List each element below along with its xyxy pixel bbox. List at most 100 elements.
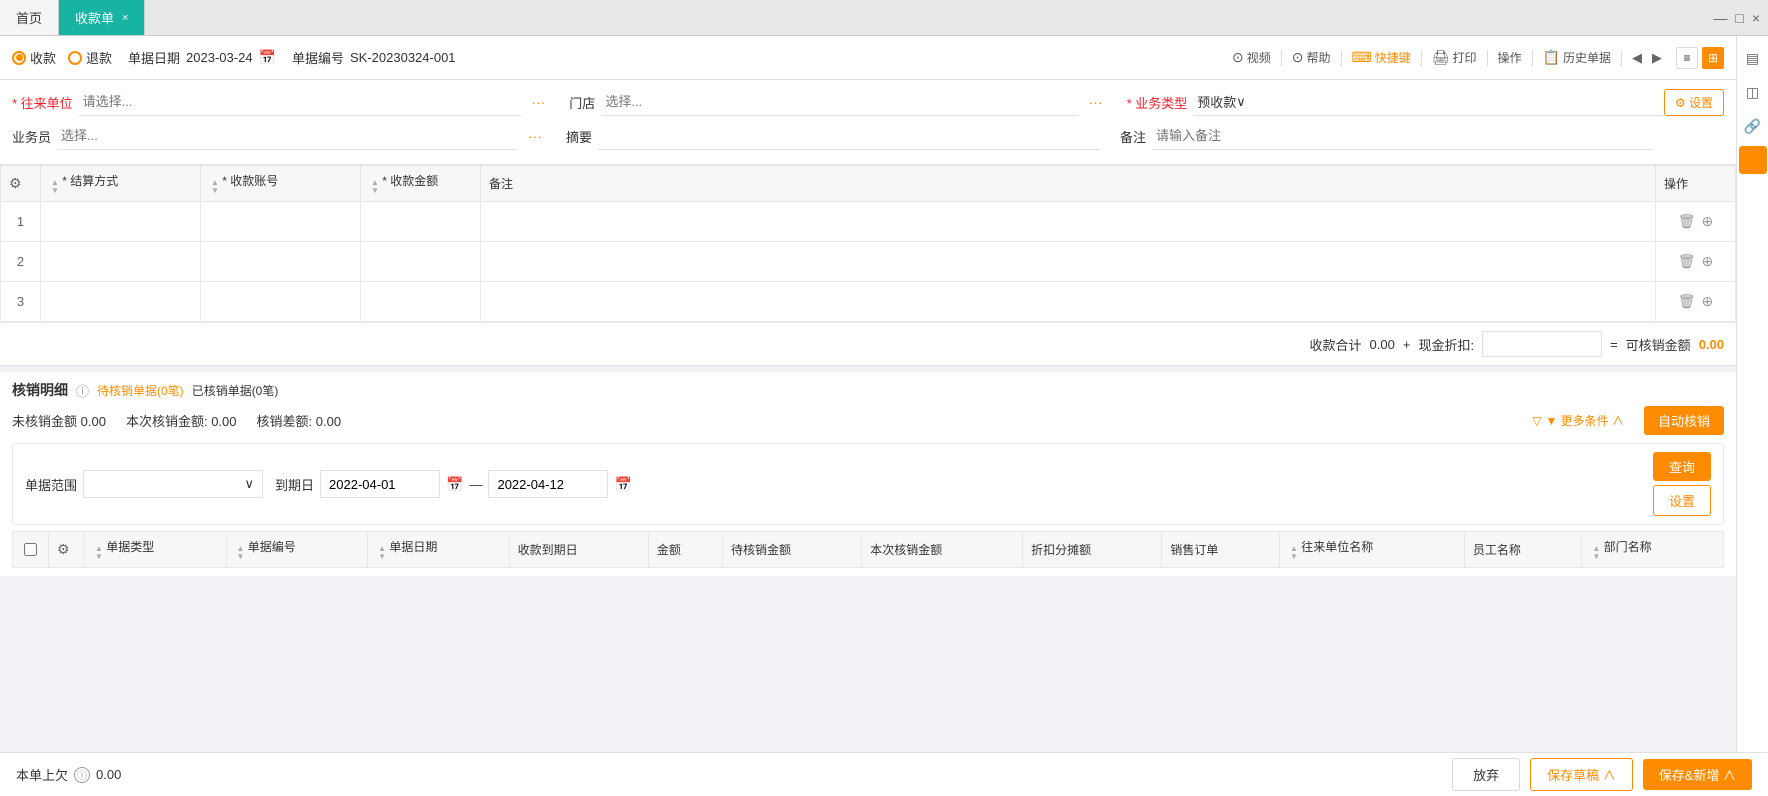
salesperson-input[interactable]: [57, 122, 518, 150]
discount-input[interactable]: [1482, 331, 1602, 357]
row2-amount[interactable]: [361, 242, 481, 282]
bottom-gear-icon[interactable]: ⚙: [57, 541, 70, 557]
row1-remark[interactable]: [481, 202, 1656, 242]
row3-remark[interactable]: [481, 282, 1656, 322]
window-maximize[interactable]: □: [1735, 10, 1743, 26]
business-type-label: * 业务类型: [1127, 93, 1188, 112]
nav-prev-icon[interactable]: ◀: [1632, 50, 1642, 66]
row3-account[interactable]: [201, 282, 361, 322]
operation-action[interactable]: 操作: [1498, 49, 1522, 66]
nav-next-icon[interactable]: ▶: [1652, 50, 1662, 66]
auto-writeoff-button[interactable]: 自动核销: [1644, 406, 1724, 435]
store-more-icon[interactable]: ···: [1085, 94, 1107, 110]
row2-delete-icon[interactable]: 🗑: [1678, 253, 1696, 270]
col-remark-label: 备注: [489, 177, 513, 191]
panel-list-icon[interactable]: ≡: [1676, 47, 1698, 69]
store-input[interactable]: [601, 88, 1078, 116]
bottom-info-label: 本单上欠: [16, 765, 68, 784]
table-gear-icon[interactable]: ⚙: [9, 175, 22, 191]
radio-refund[interactable]: 退款: [68, 48, 112, 67]
abandon-label: 放弃: [1473, 768, 1499, 783]
row2-settlement[interactable]: [41, 242, 201, 282]
date-to-icon[interactable]: 📅: [614, 476, 631, 493]
col-sales-order-label: 销售订单: [1170, 543, 1218, 557]
window-minimize[interactable]: —: [1713, 10, 1727, 26]
video-action[interactable]: ⊙ 视频: [1232, 49, 1271, 66]
range-label: 单据范围: [25, 475, 77, 494]
query-button[interactable]: 查询: [1653, 452, 1711, 481]
save-new-button[interactable]: 保存&新增 ∧: [1643, 759, 1752, 790]
bottom-info-icon[interactable]: ⓘ: [74, 767, 90, 783]
row1-amount[interactable]: [361, 202, 481, 242]
date-from-input[interactable]: [320, 470, 440, 498]
row3-settlement[interactable]: [41, 282, 201, 322]
col-pending-amount: 待核销金额: [722, 532, 861, 568]
panel-grid-icon[interactable]: ⊞: [1702, 47, 1724, 69]
filter-actions: 查询 设置: [1653, 452, 1711, 516]
done-link[interactable]: 已核销单据(0笔): [192, 382, 279, 399]
radio-refund-dot: [68, 51, 82, 65]
table-row: 3 🗑 ⊕: [1, 282, 1736, 322]
counterpart-input[interactable]: [79, 88, 522, 116]
counterpart-more-icon[interactable]: ···: [527, 94, 549, 110]
calendar-icon[interactable]: 📅: [259, 49, 276, 66]
tab-receipt[interactable]: 收款单 ×: [59, 0, 145, 35]
note-input[interactable]: [1152, 122, 1654, 150]
pending-link[interactable]: 待核销单据(0笔): [97, 382, 184, 399]
auto-writeoff-label: 自动核销: [1658, 414, 1710, 429]
right-panel-expand-icon[interactable]: ◱: [1739, 146, 1767, 174]
shortcut-action[interactable]: ⌨ 快捷键: [1352, 49, 1411, 66]
col-sales-order: 销售订单: [1162, 532, 1280, 568]
range-select-arrow: ∨: [245, 476, 255, 492]
total-value: 0.00: [1370, 337, 1395, 352]
writeoff-info-icon[interactable]: ⓘ: [76, 381, 89, 400]
row3-amount[interactable]: [361, 282, 481, 322]
save-new-label: 保存&新增 ∧: [1659, 765, 1736, 784]
right-panel-table-icon[interactable]: ▤: [1739, 44, 1767, 72]
writeoff-title: 核销明细: [12, 380, 68, 400]
tab-home[interactable]: 首页: [0, 0, 59, 35]
date-from-icon[interactable]: 📅: [446, 476, 463, 493]
settings-btn-label: ⚙ 设置: [1675, 94, 1713, 111]
date-to-input[interactable]: [488, 470, 608, 498]
print-action[interactable]: 🖨 打印: [1432, 49, 1477, 66]
abandon-button[interactable]: 放弃: [1452, 758, 1520, 791]
row1-delete-icon[interactable]: 🗑: [1678, 213, 1696, 230]
filter-settings-button[interactable]: 设置: [1653, 485, 1711, 516]
row3-copy-icon[interactable]: ⊕: [1702, 293, 1714, 310]
discount-label: 现金折扣:: [1418, 335, 1474, 354]
range-select[interactable]: ∨: [83, 470, 263, 498]
col-bottom-settings: ⚙: [49, 532, 85, 568]
business-type-select[interactable]: 预收款 ∨: [1193, 88, 1664, 116]
select-all-checkbox[interactable]: [24, 543, 37, 556]
right-panel-link-icon[interactable]: 🔗: [1739, 112, 1767, 140]
help-label: 帮助: [1306, 49, 1330, 66]
operation-label: 操作: [1498, 49, 1522, 66]
row1-settlement[interactable]: [41, 202, 201, 242]
row3-delete-icon[interactable]: 🗑: [1678, 293, 1696, 310]
row1-copy-icon[interactable]: ⊕: [1702, 213, 1714, 230]
window-close[interactable]: ×: [1752, 10, 1760, 26]
summary-input[interactable]: [598, 122, 1100, 150]
right-panel-doc-icon[interactable]: ◫: [1739, 78, 1767, 106]
row2-copy-icon[interactable]: ⊕: [1702, 253, 1714, 270]
divider1: [1281, 50, 1282, 66]
tab-close-icon[interactable]: ×: [122, 12, 128, 24]
total-label: 收款合计: [1310, 335, 1362, 354]
save-draft-button[interactable]: 保存草稿 ∧: [1530, 758, 1633, 791]
diff-label: 核销差额:: [257, 414, 313, 429]
row2-account[interactable]: [201, 242, 361, 282]
row1-account[interactable]: [201, 202, 361, 242]
summary-row: 收款合计 0.00 + 现金折扣: = 可核销金额 0.00: [0, 322, 1736, 366]
history-action[interactable]: 📋 历史单据: [1543, 49, 1611, 66]
more-conditions-btn[interactable]: ▽ ▼ 更多条件 ∧: [1532, 412, 1624, 429]
salesperson-more-icon[interactable]: ···: [524, 128, 546, 144]
col-amount-label: 金额: [657, 543, 681, 557]
row2-remark[interactable]: [481, 242, 1656, 282]
radio-receipt[interactable]: 收款: [12, 48, 56, 67]
help-action[interactable]: ⊙ 帮助: [1292, 49, 1331, 66]
current-value: 0.00: [211, 414, 236, 429]
settings-button[interactable]: ⚙ 设置: [1664, 89, 1724, 116]
radio-refund-label: 退款: [86, 48, 112, 67]
more-conditions-label: ▼ 更多条件 ∧: [1545, 412, 1624, 429]
